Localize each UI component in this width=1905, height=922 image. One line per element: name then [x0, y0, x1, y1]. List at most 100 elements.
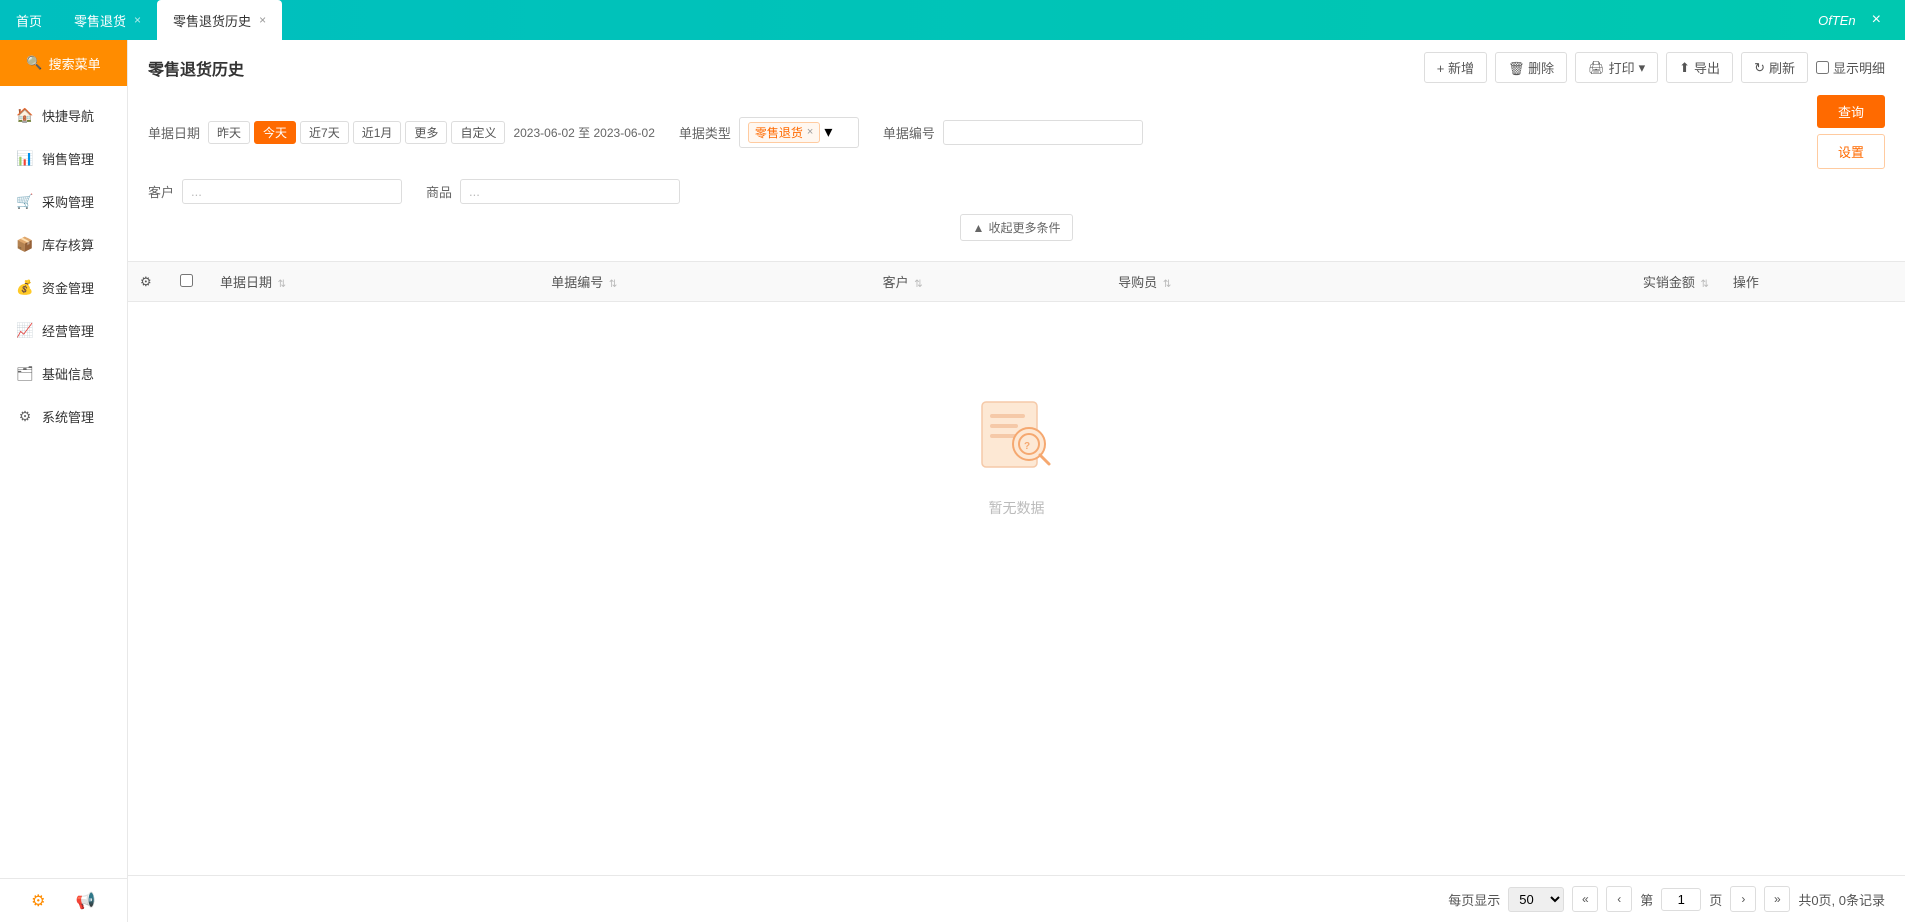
- filter-row-1: 单据日期 昨天 今天 近7天 近1月 更多 自定义 2023-06-02 至 2…: [148, 95, 1885, 169]
- data-table: ⚙ 单据日期 ⇅ 单据编号 ⇅ 客户: [128, 262, 1905, 598]
- sidebar: 🔍 搜索菜单 🏠 快捷导航 📊 销售管理 🛒 采购管理 📦 库存核算 💰: [0, 40, 128, 922]
- query-settings-group: 查询 设置: [1817, 95, 1885, 169]
- type-tag-close[interactable]: ×: [807, 126, 813, 138]
- th-amount[interactable]: 实销金额 ⇅: [1390, 262, 1721, 302]
- sidebar-item-operations[interactable]: 📈 经营管理: [0, 309, 127, 352]
- settings-icon[interactable]: ⚙: [31, 891, 45, 911]
- print-button[interactable]: 🖨 打印 ▾: [1575, 52, 1658, 83]
- page-size-label: 每页显示: [1448, 890, 1500, 909]
- type-select-arrow: ▾: [824, 122, 832, 142]
- tab-home[interactable]: 首页: [0, 0, 58, 40]
- finance-icon: 💰: [16, 279, 34, 297]
- window-close-button[interactable]: ×: [1864, 11, 1889, 29]
- customer-label: 客户: [148, 182, 174, 201]
- table-container: ⚙ 单据日期 ⇅ 单据编号 ⇅ 客户: [128, 262, 1905, 875]
- page-number-input[interactable]: [1661, 888, 1701, 911]
- toolbar: + 新增 🗑 删除 🖨 打印 ▾ ⬆ 导出 ↻ 刷新: [1424, 52, 1885, 83]
- settings-button[interactable]: 设置: [1817, 134, 1885, 169]
- sidebar-search-button[interactable]: 🔍 搜索菜单: [0, 40, 127, 86]
- new-button[interactable]: + 新增: [1424, 52, 1487, 83]
- print-dropdown-icon: ▾: [1639, 60, 1646, 76]
- customer-filter-group: 客户 ...: [148, 179, 402, 204]
- tab-home-label: 首页: [16, 11, 42, 30]
- th-guide-sort-icon: ⇅: [1163, 279, 1171, 290]
- type-filter-group: 单据类型 零售退货 × ▾: [679, 117, 859, 148]
- tab-retail-return-history-label: 零售退货历史: [173, 11, 251, 30]
- tab-retail-return-history[interactable]: 零售退货历史 ×: [157, 0, 282, 40]
- export-icon: ⬆: [1679, 60, 1690, 76]
- sidebar-item-sales[interactable]: 📊 销售管理: [0, 137, 127, 180]
- sidebar-item-basic-info[interactable]: 🗂 基础信息: [0, 352, 127, 395]
- page-title: 零售退货历史: [148, 56, 244, 80]
- th-voucher[interactable]: 单据编号 ⇅: [539, 262, 870, 302]
- th-date[interactable]: 单据日期 ⇅: [208, 262, 539, 302]
- sidebar-item-inventory[interactable]: 📦 库存核算: [0, 223, 127, 266]
- page-prev-button[interactable]: ‹: [1606, 886, 1632, 912]
- sidebar-nav: 🏠 快捷导航 📊 销售管理 🛒 采购管理 📦 库存核算 💰 资金管理 📈: [0, 86, 127, 878]
- refresh-icon: ↻: [1754, 60, 1765, 76]
- date-btn-1month[interactable]: 近1月: [353, 121, 402, 144]
- often-text: OfTEn: [1818, 13, 1856, 28]
- collapse-filter-button[interactable]: ▲ 收起更多条件: [960, 214, 1074, 241]
- empty-state: ? 暂无数据: [128, 302, 1905, 598]
- main-layout: 🔍 搜索菜单 🏠 快捷导航 📊 销售管理 🛒 采购管理 📦 库存核算 💰: [0, 40, 1905, 922]
- show-detail-checkbox[interactable]: [1816, 61, 1829, 74]
- purchase-icon: 🛒: [16, 193, 34, 211]
- tab-retail-return[interactable]: 零售退货 ×: [58, 0, 157, 40]
- delete-button[interactable]: 🗑 删除: [1495, 52, 1567, 83]
- sidebar-item-label: 快捷导航: [42, 106, 94, 125]
- collapse-label: 收起更多条件: [988, 219, 1060, 236]
- export-button[interactable]: ⬆ 导出: [1666, 52, 1733, 83]
- show-detail-checkbox-label[interactable]: 显示明细: [1816, 58, 1885, 77]
- speaker-icon[interactable]: 📢: [76, 891, 96, 911]
- system-icon: ⚙: [16, 408, 34, 426]
- table-header-row: ⚙ 单据日期 ⇅ 单据编号 ⇅ 客户: [128, 262, 1905, 302]
- svg-text:?: ?: [1024, 441, 1030, 452]
- sidebar-item-label: 采购管理: [42, 192, 94, 211]
- sidebar-item-quick-nav[interactable]: 🏠 快捷导航: [0, 94, 127, 137]
- date-btn-7days[interactable]: 近7天: [300, 121, 349, 144]
- th-customer[interactable]: 客户 ⇅: [871, 262, 1107, 302]
- collapse-icon: ▲: [973, 221, 985, 235]
- goods-input[interactable]: ...: [460, 179, 680, 204]
- voucher-filter-group: 单据编号: [883, 120, 1143, 145]
- date-btn-more[interactable]: 更多: [405, 121, 447, 144]
- query-button[interactable]: 查询: [1817, 95, 1885, 128]
- th-amount-label: 实销金额: [1643, 275, 1695, 290]
- sidebar-bottom: ⚙ 📢: [0, 878, 127, 922]
- th-guide[interactable]: 导购员 ⇅: [1106, 262, 1389, 302]
- select-all-checkbox[interactable]: [180, 274, 193, 287]
- sidebar-item-finance[interactable]: 💰 资金管理: [0, 266, 127, 309]
- th-settings[interactable]: ⚙: [128, 262, 168, 302]
- print-icon: 🖨: [1588, 60, 1605, 76]
- page-title-row: 零售退货历史 + 新增 🗑 删除 🖨 打印 ▾ ⬆ 导出 ↻: [148, 52, 1885, 83]
- refresh-button[interactable]: ↻ 刷新: [1741, 52, 1808, 83]
- goods-label: 商品: [426, 182, 452, 201]
- tab-retail-return-history-close[interactable]: ×: [259, 13, 266, 27]
- th-amount-sort-icon: ⇅: [1701, 279, 1709, 290]
- sidebar-item-purchase[interactable]: 🛒 采购管理: [0, 180, 127, 223]
- sidebar-item-label: 库存核算: [42, 235, 94, 254]
- page-last-button[interactable]: »: [1764, 886, 1790, 912]
- home-icon: 🏠: [16, 107, 34, 125]
- page-next-button[interactable]: ›: [1730, 886, 1756, 912]
- page-first-button[interactable]: «: [1572, 886, 1598, 912]
- show-detail-label: 显示明细: [1833, 58, 1885, 77]
- voucher-input[interactable]: [943, 120, 1143, 145]
- page-unit: 页: [1709, 890, 1722, 909]
- sidebar-item-label: 销售管理: [42, 149, 94, 168]
- date-filter: 昨天 今天 近7天 近1月 更多 自定义: [208, 121, 505, 144]
- customer-placeholder: ...: [191, 184, 202, 199]
- date-btn-today[interactable]: 今天: [254, 121, 296, 144]
- inventory-icon: 📦: [16, 236, 34, 254]
- th-customer-label: 客户: [883, 275, 909, 290]
- date-btn-yesterday[interactable]: 昨天: [208, 121, 250, 144]
- empty-illustration: ?: [967, 382, 1067, 482]
- tab-retail-return-close[interactable]: ×: [134, 13, 141, 27]
- page-size-select[interactable]: 20 50 100: [1508, 887, 1564, 912]
- date-btn-custom[interactable]: 自定义: [451, 121, 505, 144]
- sidebar-item-system[interactable]: ⚙ 系统管理: [0, 395, 127, 438]
- page-label: 第: [1640, 890, 1653, 909]
- customer-input[interactable]: ...: [182, 179, 402, 204]
- type-select[interactable]: 零售退货 × ▾: [739, 117, 859, 148]
